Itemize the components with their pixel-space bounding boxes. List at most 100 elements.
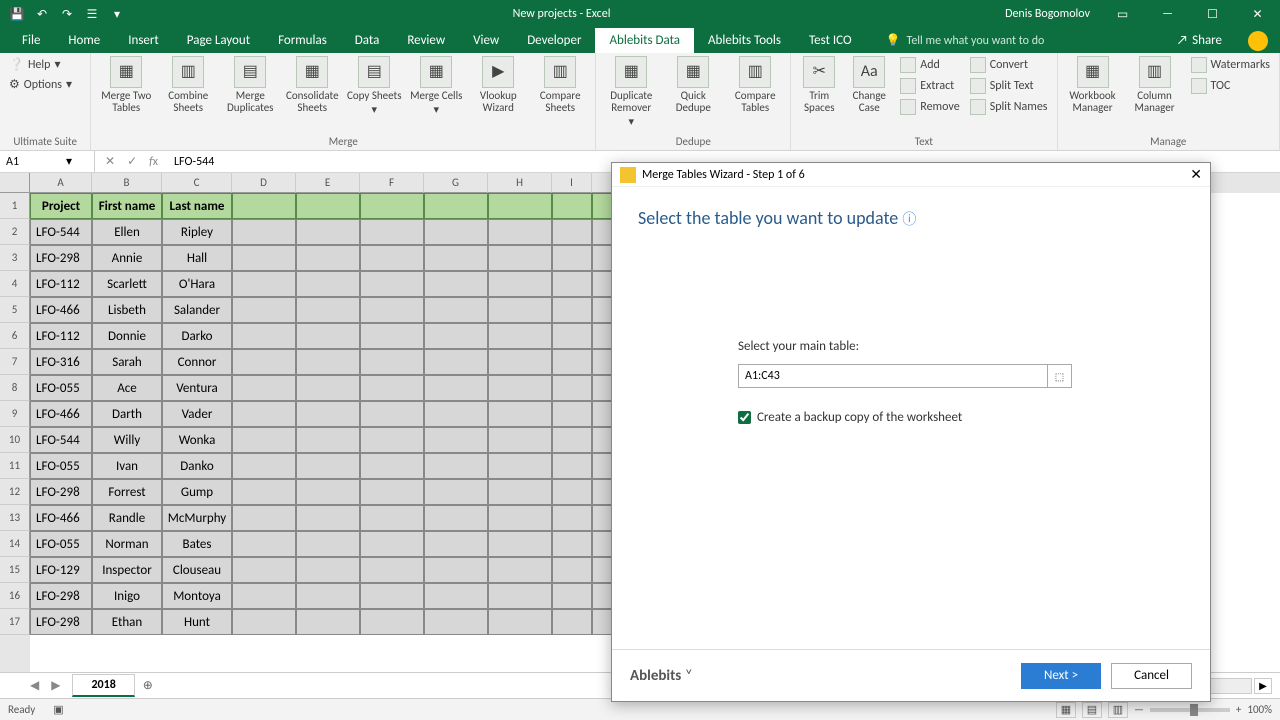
cell[interactable] bbox=[232, 375, 296, 401]
cell[interactable] bbox=[360, 557, 424, 583]
cell[interactable]: McMurphy bbox=[162, 505, 232, 531]
cell[interactable] bbox=[488, 193, 552, 219]
cell[interactable] bbox=[488, 323, 552, 349]
cell[interactable]: Connor bbox=[162, 349, 232, 375]
cell[interactable] bbox=[296, 297, 360, 323]
backup-checkbox[interactable]: Create a backup copy of the worksheet bbox=[738, 410, 1184, 425]
cell[interactable] bbox=[232, 401, 296, 427]
row-header[interactable]: 2 bbox=[0, 219, 30, 245]
cell[interactable] bbox=[360, 271, 424, 297]
cell[interactable] bbox=[296, 583, 360, 609]
cell[interactable] bbox=[296, 453, 360, 479]
range-input[interactable] bbox=[738, 364, 1048, 388]
cell[interactable] bbox=[360, 427, 424, 453]
touch-mode-icon[interactable]: ☰ bbox=[81, 3, 103, 25]
cell[interactable] bbox=[232, 427, 296, 453]
next-button[interactable]: Next > bbox=[1021, 663, 1101, 689]
cell[interactable]: Ventura bbox=[162, 375, 232, 401]
cell[interactable] bbox=[552, 375, 592, 401]
change-case-button[interactable]: AaChange Case bbox=[845, 56, 893, 114]
cell[interactable]: Willy bbox=[92, 427, 162, 453]
row-header[interactable]: 16 bbox=[0, 583, 30, 609]
copy-sheets-button[interactable]: ▤Copy Sheets▾ bbox=[345, 56, 403, 116]
cell[interactable]: Lisbeth bbox=[92, 297, 162, 323]
cell[interactable] bbox=[296, 401, 360, 427]
merge-cells-button[interactable]: ▦Merge Cells▾ bbox=[407, 56, 465, 116]
vlookup-wizard-button[interactable]: ▶Vlookup Wizard bbox=[469, 56, 527, 114]
cell[interactable]: Ace bbox=[92, 375, 162, 401]
cell[interactable]: Darko bbox=[162, 323, 232, 349]
page-layout-view-icon[interactable]: ▤ bbox=[1082, 702, 1102, 718]
cell[interactable] bbox=[360, 479, 424, 505]
row-header[interactable]: 4 bbox=[0, 271, 30, 297]
cell[interactable] bbox=[488, 531, 552, 557]
cell[interactable] bbox=[552, 401, 592, 427]
column-header[interactable]: D bbox=[232, 173, 296, 193]
sheet-nav-prev-icon[interactable]: ◀ bbox=[30, 678, 39, 693]
cell[interactable]: Inspector bbox=[92, 557, 162, 583]
cell[interactable] bbox=[424, 375, 488, 401]
cell[interactable] bbox=[552, 531, 592, 557]
cell[interactable]: Salander bbox=[162, 297, 232, 323]
convert-button[interactable]: Convert bbox=[967, 56, 1051, 74]
merge-duplicates-button[interactable]: ▤Merge Duplicates bbox=[221, 56, 279, 114]
cell[interactable]: Project bbox=[30, 193, 92, 219]
watermarks-button[interactable]: Watermarks bbox=[1188, 56, 1274, 74]
row-header[interactable]: 17 bbox=[0, 609, 30, 635]
page-break-view-icon[interactable]: ▥ bbox=[1108, 702, 1128, 718]
duplicate-remover-button[interactable]: ▦Duplicate Remover▾ bbox=[602, 56, 660, 128]
cell[interactable]: Danko bbox=[162, 453, 232, 479]
minimize-icon[interactable]: — bbox=[1145, 0, 1190, 28]
column-header[interactable]: I bbox=[552, 173, 592, 193]
merge-two-tables-button[interactable]: ▦Merge Two Tables bbox=[97, 56, 155, 114]
tab-developer[interactable]: Developer bbox=[513, 28, 595, 53]
tab-insert[interactable]: Insert bbox=[114, 28, 173, 53]
cell[interactable] bbox=[296, 609, 360, 635]
tab-review[interactable]: Review bbox=[393, 28, 459, 53]
help-icon[interactable]: ⓘ bbox=[902, 211, 916, 228]
cell[interactable] bbox=[424, 323, 488, 349]
cell[interactable] bbox=[488, 453, 552, 479]
cell[interactable] bbox=[360, 245, 424, 271]
cell[interactable]: Montoya bbox=[162, 583, 232, 609]
cell[interactable] bbox=[552, 453, 592, 479]
cell[interactable] bbox=[232, 323, 296, 349]
workbook-manager-button[interactable]: ▦Workbook Manager bbox=[1064, 56, 1122, 114]
cell[interactable]: Darth bbox=[92, 401, 162, 427]
cell[interactable] bbox=[424, 297, 488, 323]
help-button[interactable]: ❔ Help ▾ bbox=[6, 56, 84, 73]
cell[interactable] bbox=[488, 349, 552, 375]
cell[interactable] bbox=[552, 505, 592, 531]
cell[interactable]: Ethan bbox=[92, 609, 162, 635]
cell[interactable] bbox=[552, 349, 592, 375]
cell[interactable]: LFO-298 bbox=[30, 583, 92, 609]
tab-page-layout[interactable]: Page Layout bbox=[173, 28, 264, 53]
cell[interactable] bbox=[232, 479, 296, 505]
cell[interactable]: Scarlett bbox=[92, 271, 162, 297]
cell[interactable] bbox=[296, 193, 360, 219]
cell[interactable]: LFO-544 bbox=[30, 219, 92, 245]
select-all-corner[interactable] bbox=[0, 173, 30, 193]
brand-label[interactable]: Ablebits ˅ bbox=[630, 667, 693, 685]
qat-customize-icon[interactable]: ▾ bbox=[106, 3, 128, 25]
cell[interactable] bbox=[296, 323, 360, 349]
row-header[interactable]: 11 bbox=[0, 453, 30, 479]
cell[interactable]: Randle bbox=[92, 505, 162, 531]
cell[interactable]: LFO-055 bbox=[30, 375, 92, 401]
cell[interactable]: LFO-466 bbox=[30, 401, 92, 427]
cell[interactable] bbox=[360, 375, 424, 401]
ribbon-options-icon[interactable]: ▭ bbox=[1100, 0, 1145, 28]
sheet-nav-next-icon[interactable]: ▶ bbox=[51, 678, 60, 693]
backup-checkbox-input[interactable] bbox=[738, 411, 751, 424]
user-name[interactable]: Denis Bogomolov bbox=[995, 7, 1100, 21]
range-picker-icon[interactable]: ⬚ bbox=[1048, 364, 1072, 388]
cell[interactable] bbox=[552, 557, 592, 583]
tab-ablebits-tools[interactable]: Ablebits Tools bbox=[694, 28, 795, 53]
trim-spaces-button[interactable]: ✂Trim Spaces bbox=[797, 56, 841, 114]
row-header[interactable]: 1 bbox=[0, 193, 30, 219]
row-header[interactable]: 13 bbox=[0, 505, 30, 531]
split-names-button[interactable]: Split Names bbox=[967, 98, 1051, 116]
consolidate-sheets-button[interactable]: ▦Consolidate Sheets bbox=[283, 56, 341, 114]
cell[interactable]: Last name bbox=[162, 193, 232, 219]
cell[interactable] bbox=[488, 245, 552, 271]
